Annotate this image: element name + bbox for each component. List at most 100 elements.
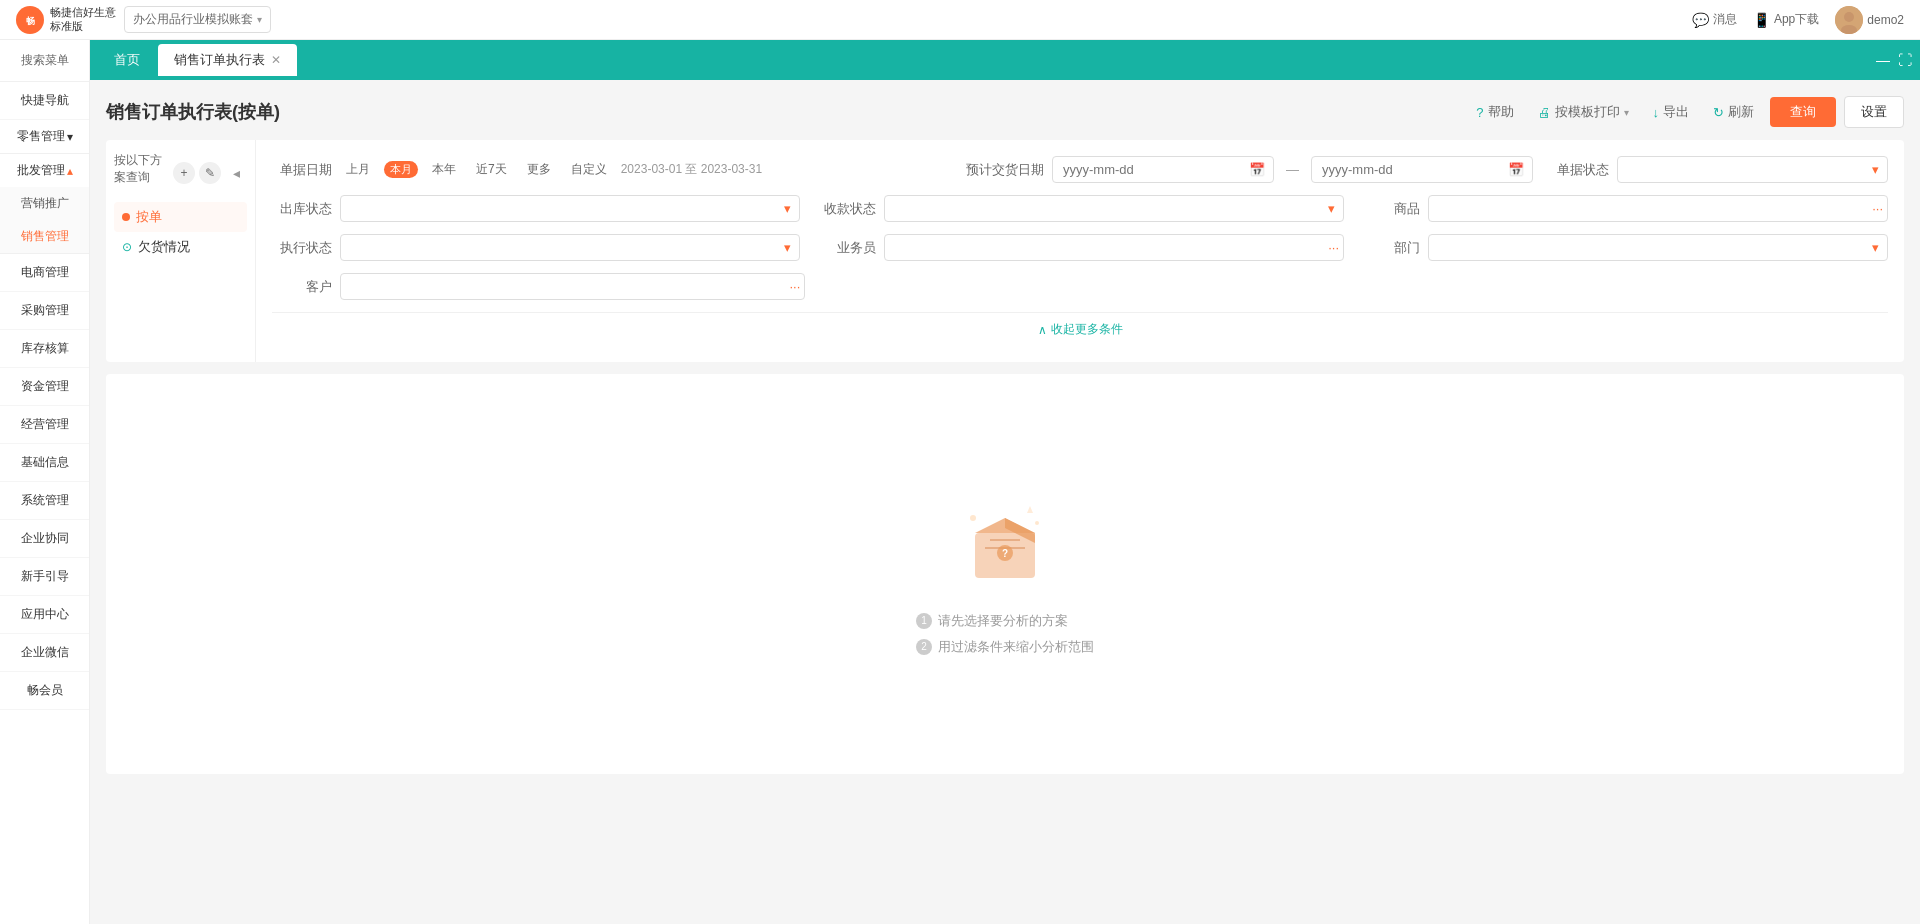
- delivery-status-input[interactable]: [341, 196, 776, 221]
- sidebar-section-wholesale: 批发管理 ▴ 营销推广 销售管理: [0, 154, 89, 254]
- filter-field-payment-status: 收款状态: [816, 195, 1344, 222]
- sidebar-item-basic[interactable]: 基础信息: [0, 444, 89, 482]
- filter-field-customer: 客户 ···: [272, 273, 805, 300]
- customer-input[interactable]: [341, 274, 785, 299]
- filter-field-date: 单据日期 上月 本月 本年 近7天 更多 自定义 2023-03-01 至 20…: [272, 159, 950, 180]
- sidebar-item-inventory[interactable]: 库存核算: [0, 330, 89, 368]
- tab-minimize-icon[interactable]: —: [1876, 52, 1890, 68]
- sidebar-item-purchase[interactable]: 采购管理: [0, 292, 89, 330]
- sidebar-item-system[interactable]: 系统管理: [0, 482, 89, 520]
- filter-main: 单据日期 上月 本月 本年 近7天 更多 自定义 2023-03-01 至 20…: [256, 140, 1904, 362]
- date-shortcut-7days[interactable]: 近7天: [470, 159, 513, 180]
- customer-more-icon[interactable]: ···: [785, 279, 804, 294]
- tab-close-icon[interactable]: ✕: [271, 53, 281, 67]
- page-title: 销售订单执行表(按单): [106, 100, 280, 124]
- tab-sales-execution[interactable]: 销售订单执行表 ✕: [158, 44, 297, 76]
- date-shortcut-last-month[interactable]: 上月: [340, 159, 376, 180]
- sidebar-search-area[interactable]: 搜索菜单: [0, 40, 89, 82]
- date-shortcut-custom[interactable]: 自定义: [565, 159, 613, 180]
- order-status-dropdown-icon[interactable]: [1864, 162, 1887, 177]
- tab-maximize-icon[interactable]: ⛶: [1898, 52, 1912, 68]
- product-input[interactable]: [1429, 196, 1868, 221]
- calendar-start-icon[interactable]: 📅: [1241, 162, 1273, 177]
- order-status-input[interactable]: [1618, 157, 1864, 182]
- refresh-button[interactable]: ↻ 刷新: [1705, 99, 1762, 125]
- empty-tip-2: 2 用过滤条件来缩小分析范围: [916, 634, 1094, 660]
- calendar-end-icon[interactable]: 📅: [1500, 162, 1532, 177]
- svg-text:畅: 畅: [26, 16, 35, 26]
- svg-point-12: [970, 515, 976, 521]
- app-download-button[interactable]: 📱 App下载: [1753, 11, 1819, 28]
- sidebar-item-finance[interactable]: 资金管理: [0, 368, 89, 406]
- delivery-date-end-input[interactable]: [1312, 157, 1500, 182]
- wholesale-expand-icon: ▴: [67, 164, 73, 178]
- delivery-status-label: 出库状态: [272, 200, 332, 218]
- payment-status-wrapper: [884, 195, 1344, 222]
- sidebar-item-ecommerce[interactable]: 电商管理: [0, 254, 89, 292]
- salesperson-more-icon[interactable]: ···: [1324, 240, 1343, 255]
- filter-sidebar-title: 按以下方案查询: [114, 152, 173, 186]
- sidebar-item-newbie[interactable]: 新手引导: [0, 558, 89, 596]
- help-button[interactable]: ? 帮助: [1468, 99, 1521, 125]
- delivery-date-end: 📅: [1311, 156, 1533, 183]
- svg-marker-14: [1027, 506, 1033, 513]
- department-wrapper: [1428, 234, 1888, 261]
- payment-status-input[interactable]: [885, 196, 1320, 221]
- page-content: 销售订单执行表(按单) ? 帮助 🖨 按模板打印 ↓ 导出: [90, 80, 1920, 924]
- collapse-filter-button[interactable]: ◂: [225, 162, 247, 184]
- tab-home[interactable]: 首页: [98, 44, 156, 76]
- search-button[interactable]: 查询: [1770, 97, 1836, 127]
- salesperson-input[interactable]: [885, 235, 1324, 260]
- sidebar-item-shortcut[interactable]: 快捷导航: [0, 82, 89, 120]
- product-label: 商品: [1360, 200, 1420, 218]
- filter-panel: 按以下方案查询 + ✎ ◂ 按单 ⊙ 欠货情况: [106, 140, 1904, 362]
- edit-filter-button[interactable]: ✎: [199, 162, 221, 184]
- date-label: 单据日期: [272, 161, 332, 179]
- search-menu-button[interactable]: 搜索菜单: [8, 48, 81, 73]
- sidebar-item-wholesale[interactable]: 批发管理 ▴: [0, 154, 89, 187]
- filter-option-by-order[interactable]: 按单: [114, 202, 247, 232]
- customer-label: 客户: [272, 278, 332, 296]
- sidebar-item-enterprise[interactable]: 企业协同: [0, 520, 89, 558]
- sidebar-item-retail[interactable]: 零售管理: [0, 120, 89, 153]
- delivery-status-icon[interactable]: [776, 201, 799, 216]
- sidebar-item-operations[interactable]: 经营管理: [0, 406, 89, 444]
- sidebar-item-marketing[interactable]: 营销推广: [0, 187, 89, 220]
- date-shortcut-this-month[interactable]: 本月: [384, 161, 418, 178]
- execution-status-icon[interactable]: [776, 240, 799, 255]
- sidebar-item-app-center[interactable]: 应用中心: [0, 596, 89, 634]
- filter-row-4: 客户 ···: [272, 273, 1888, 300]
- template-print-button[interactable]: 🖨 按模板打印: [1530, 99, 1637, 125]
- sidebar-item-wechat[interactable]: 企业微信: [0, 634, 89, 672]
- payment-status-icon[interactable]: [1320, 201, 1343, 216]
- filter-field-delivery-date: 预计交货日期 📅 — 📅: [966, 156, 1533, 183]
- date-shortcut-more[interactable]: 更多: [521, 159, 557, 180]
- sidebar-item-member[interactable]: 畅会员: [0, 672, 89, 710]
- date-shortcuts: 上月 本月 本年 近7天 更多 自定义 2023-03-01 至 2023-03…: [340, 159, 950, 180]
- export-button[interactable]: ↓ 导出: [1645, 99, 1698, 125]
- order-status-label: 单据状态: [1549, 161, 1609, 179]
- salesperson-wrapper: ···: [884, 234, 1344, 261]
- add-filter-button[interactable]: +: [173, 162, 195, 184]
- filter-option-by-debt[interactable]: ⊙ 欠货情况: [114, 232, 247, 262]
- delivery-date-start: 📅: [1052, 156, 1274, 183]
- account-selector[interactable]: 办公用品行业模拟账套: [124, 6, 271, 33]
- svg-point-3: [1844, 12, 1854, 22]
- product-more-icon[interactable]: ···: [1868, 201, 1887, 216]
- collapse-bar[interactable]: ∧ 收起更多条件: [272, 312, 1888, 346]
- tab-bar-right: — ⛶: [1876, 52, 1912, 68]
- filter-field-order-status: 单据状态: [1549, 156, 1888, 183]
- print-dropdown-icon: [1624, 107, 1629, 118]
- logo-area: 畅 畅捷信好生意 标准版: [16, 6, 116, 34]
- delivery-date-start-input[interactable]: [1053, 157, 1241, 182]
- avatar: [1835, 6, 1863, 34]
- department-input[interactable]: [1429, 235, 1864, 260]
- message-button[interactable]: 💬 消息: [1692, 11, 1737, 28]
- settings-button[interactable]: 设置: [1844, 96, 1904, 128]
- execution-status-input[interactable]: [341, 235, 776, 260]
- debt-filter-icon: ⊙: [122, 240, 132, 254]
- department-icon[interactable]: [1864, 240, 1887, 255]
- date-shortcut-this-year[interactable]: 本年: [426, 159, 462, 180]
- sidebar-item-sales[interactable]: 销售管理: [0, 220, 89, 253]
- user-menu[interactable]: demo2: [1835, 6, 1904, 34]
